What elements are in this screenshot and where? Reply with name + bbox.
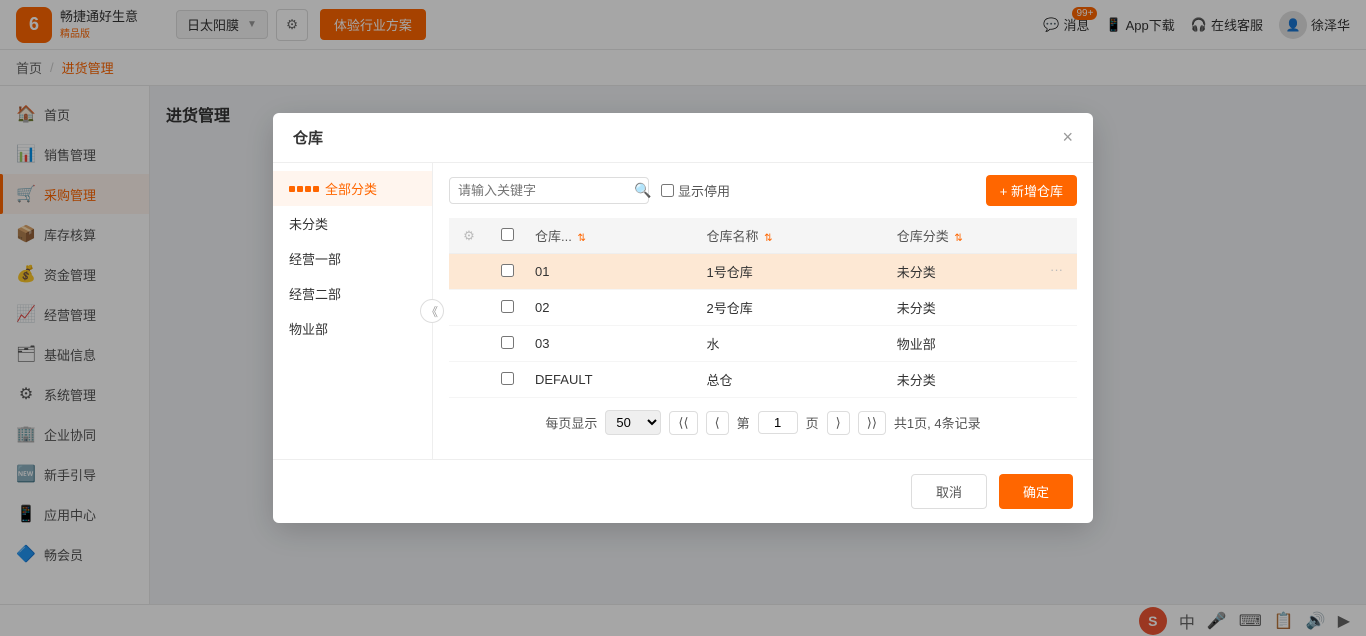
row-code: DEFAULT <box>525 362 697 398</box>
modal-title: 仓库 <box>293 127 323 148</box>
row-name: 2号仓库 <box>697 290 887 326</box>
all-categories-icon <box>289 186 319 192</box>
row-name: 1号仓库 <box>697 254 887 290</box>
page-input[interactable] <box>758 411 798 434</box>
row-gear <box>449 362 489 398</box>
th-category-label: 仓库分类 <box>897 229 949 244</box>
row-gear <box>449 254 489 290</box>
table-row[interactable]: DEFAULT 总仓 未分类 <box>449 362 1077 398</box>
show-disabled-label: 显示停用 <box>678 181 730 200</box>
per-page-label: 每页显示 <box>545 413 597 432</box>
category-item-prop[interactable]: 物业部 <box>273 311 432 346</box>
table-row[interactable]: 02 2号仓库 未分类 <box>449 290 1077 326</box>
category-prop-label: 物业部 <box>289 319 328 338</box>
category-collapse-button[interactable]: 《 <box>420 299 444 323</box>
row-gear <box>449 326 489 362</box>
search-box[interactable]: 🔍 <box>449 177 649 204</box>
row-category: 未分类 <box>887 290 1077 326</box>
category-item-dept1[interactable]: 经营一部 <box>273 241 432 276</box>
next-page-button[interactable]: ⟩ <box>827 411 850 435</box>
row-check[interactable] <box>489 326 525 362</box>
sort-icon-name: ⇅ <box>764 233 772 244</box>
category-item-dept2[interactable]: 经营二部 <box>273 276 432 311</box>
modal-footer: 取消 确定 <box>273 459 1093 523</box>
row-category: 物业部 <box>887 326 1077 362</box>
table-row[interactable]: 01 1号仓库 未分类 ··· <box>449 254 1077 290</box>
table-header-row: ⚙ 仓库... ⇅ 仓库名称 ⇅ <box>449 218 1077 254</box>
category-item-uncat[interactable]: 未分类 <box>273 206 432 241</box>
sort-icon-code: ⇅ <box>577 233 585 244</box>
add-warehouse-button[interactable]: + 新增仓库 <box>986 175 1077 206</box>
row-checkbox-2[interactable] <box>501 336 514 349</box>
total-label: 共1页, 4条记录 <box>894 413 981 432</box>
show-disabled-checkbox[interactable]: 显示停用 <box>661 181 730 200</box>
warehouse-table: ⚙ 仓库... ⇅ 仓库名称 ⇅ <box>449 218 1077 398</box>
table-row[interactable]: 03 水 物业部 <box>449 326 1077 362</box>
row-check[interactable] <box>489 362 525 398</box>
th-gear: ⚙ <box>449 218 489 254</box>
search-icon[interactable]: 🔍 <box>634 182 651 199</box>
modal-body: 全部分类 未分类 经营一部 经营二部 物业部 《 <box>273 163 1093 459</box>
pagination: 每页显示 50 100 ⟨⟨ ⟨ 第 页 ⟩ ⟩⟩ 共1页, 4条记录 <box>449 398 1077 447</box>
row-code: 02 <box>525 290 697 326</box>
th-name-label: 仓库名称 <box>707 229 759 244</box>
row-code: 03 <box>525 326 697 362</box>
category-sidebar: 全部分类 未分类 经营一部 经营二部 物业部 《 <box>273 163 433 459</box>
row-checkbox-1[interactable] <box>501 300 514 313</box>
first-page-button[interactable]: ⟨⟨ <box>669 411 697 435</box>
th-code-label: 仓库... <box>535 229 572 244</box>
table-body: 01 1号仓库 未分类 ··· 02 2号仓库 未分类 03 水 物业部 <box>449 254 1077 398</box>
row-name: 水 <box>697 326 887 362</box>
row-checkbox-3[interactable] <box>501 372 514 385</box>
th-check <box>489 218 525 254</box>
gear-header-icon: ⚙ <box>463 228 475 243</box>
row-category: 未分类 ··· <box>887 254 1077 290</box>
row-more-icon[interactable]: ··· <box>1050 262 1063 277</box>
per-page-select[interactable]: 50 100 <box>605 410 661 435</box>
th-code: 仓库... ⇅ <box>525 218 697 254</box>
prev-page-button[interactable]: ⟨ <box>706 411 729 435</box>
sort-icon-category: ⇅ <box>954 233 962 244</box>
th-category: 仓库分类 ⇅ <box>887 218 1077 254</box>
table-toolbar: 🔍 显示停用 + 新增仓库 <box>449 175 1077 206</box>
confirm-button[interactable]: 确定 <box>999 474 1073 509</box>
row-gear <box>449 290 489 326</box>
page-suffix: 页 <box>806 413 819 432</box>
row-checkbox-0[interactable] <box>501 264 514 277</box>
category-uncat-label: 未分类 <box>289 214 328 233</box>
select-all-checkbox[interactable] <box>501 228 514 241</box>
row-check[interactable] <box>489 254 525 290</box>
th-name: 仓库名称 ⇅ <box>697 218 887 254</box>
row-category: 未分类 <box>887 362 1077 398</box>
category-dept1-label: 经营一部 <box>289 249 341 268</box>
category-all-label: 全部分类 <box>325 179 377 198</box>
search-input[interactable] <box>458 183 634 198</box>
row-check[interactable] <box>489 290 525 326</box>
modal-header: 仓库 × <box>273 113 1093 163</box>
page-label: 第 <box>737 413 750 432</box>
modal-close-button[interactable]: × <box>1062 127 1073 148</box>
row-code: 01 <box>525 254 697 290</box>
show-disabled-input[interactable] <box>661 184 674 197</box>
last-page-button[interactable]: ⟩⟩ <box>858 411 886 435</box>
cancel-button[interactable]: 取消 <box>911 474 987 509</box>
table-area: 🔍 显示停用 + 新增仓库 ⚙ <box>433 163 1093 459</box>
category-dept2-label: 经营二部 <box>289 284 341 303</box>
modal-overlay[interactable]: 仓库 × 全部分类 未分类 经营一部 经营二部 <box>0 0 1366 636</box>
category-item-all[interactable]: 全部分类 <box>273 171 432 206</box>
warehouse-modal: 仓库 × 全部分类 未分类 经营一部 经营二部 <box>273 113 1093 523</box>
row-name: 总仓 <box>697 362 887 398</box>
